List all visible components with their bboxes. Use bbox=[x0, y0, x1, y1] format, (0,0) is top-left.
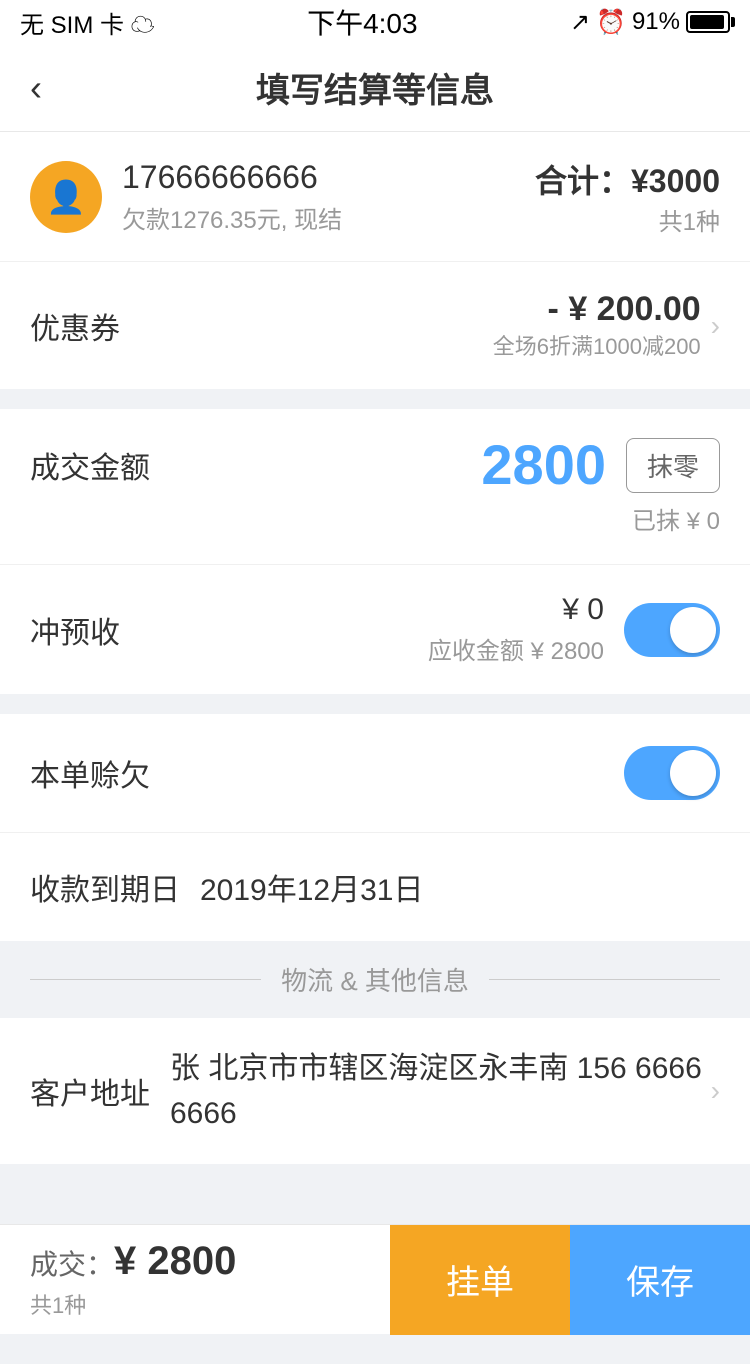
debt-toggle-knob bbox=[670, 750, 716, 796]
deal-amount-value: 2800 bbox=[481, 437, 606, 493]
total-amount: 合计：¥3000 bbox=[535, 156, 720, 202]
battery-icon bbox=[686, 11, 730, 33]
status-left: 无 SIM 卡 ☁ bbox=[20, 5, 155, 40]
bottom-deal-amount: ¥ 2800 bbox=[114, 1239, 236, 1283]
customer-phone: 17666666666 bbox=[122, 159, 342, 196]
precollect-row: 冲预收 ¥ 0 应收金额 ¥ 2800 bbox=[0, 564, 750, 694]
battery-percent: 91% bbox=[632, 8, 680, 36]
item-count: 共1种 bbox=[535, 202, 720, 237]
deal-row-main: 成交金额 2800 抹零 bbox=[30, 437, 720, 493]
address-chevron-icon: › bbox=[711, 1075, 720, 1107]
deal-sub-row: 已抹 ¥ 0 bbox=[30, 501, 720, 536]
status-right: ↗ ⏰ 91% bbox=[570, 8, 730, 37]
round-zero-button[interactable]: 抹零 bbox=[626, 438, 720, 493]
status-bar: 无 SIM 卡 ☁ 下午4:03 ↗ ⏰ 91% bbox=[0, 0, 750, 44]
customer-section: 👤 17666666666 欠款1276.35元, 现结 合计：¥3000 共1… bbox=[0, 132, 750, 389]
coupon-row[interactable]: 优惠券 - ¥ 200.00 全场6折满1000减200 › bbox=[0, 261, 750, 389]
coupon-right: - ¥ 200.00 全场6折满1000减200 › bbox=[493, 290, 720, 361]
customer-row: 👤 17666666666 欠款1276.35元, 现结 合计：¥3000 共1… bbox=[0, 132, 750, 261]
address-value: 张 北京市市辖区海淀区永丰南 156 6666 6666 bbox=[170, 1046, 711, 1136]
status-time: 下午4:03 bbox=[307, 2, 418, 42]
precollect-right: ¥ 0 应收金额 ¥ 2800 bbox=[428, 593, 720, 666]
hang-order-button[interactable]: 挂单 bbox=[390, 1225, 570, 1335]
location-icon: ↗ bbox=[570, 8, 590, 37]
address-section: 客户地址 张 北京市市辖区海淀区永丰南 156 6666 6666 › bbox=[0, 1018, 750, 1164]
bottom-deal-row: 成交：¥ 2800 bbox=[30, 1239, 360, 1284]
back-button[interactable]: ‹ bbox=[30, 67, 90, 109]
bottom-summary: 成交：¥ 2800 共1种 bbox=[0, 1239, 390, 1320]
bottom-deal-label: 成交： bbox=[30, 1249, 114, 1280]
chevron-right-icon: › bbox=[711, 310, 720, 342]
coupon-discount: - ¥ 200.00 bbox=[493, 290, 701, 329]
precollect-values: ¥ 0 应收金额 ¥ 2800 bbox=[428, 593, 604, 666]
customer-debt: 欠款1276.35元, 现结 bbox=[122, 200, 342, 235]
toggle-knob bbox=[670, 607, 716, 653]
bottom-count: 共1种 bbox=[30, 1288, 360, 1320]
deal-section: 成交金额 2800 抹零 已抹 ¥ 0 冲预收 ¥ 0 应收金额 ¥ 2800 bbox=[0, 409, 750, 694]
page-title: 填写结算等信息 bbox=[90, 63, 660, 112]
debt-label: 本单赊欠 bbox=[30, 751, 150, 795]
coupon-desc: 全场6折满1000减200 bbox=[493, 329, 701, 361]
precollect-sub: 应收金额 ¥ 2800 bbox=[428, 631, 604, 666]
precollect-label: 冲预收 bbox=[30, 608, 120, 652]
deal-sub-text: 已抹 ¥ 0 bbox=[632, 508, 720, 535]
logistics-line-left bbox=[30, 979, 261, 980]
debt-row: 本单赊欠 bbox=[0, 714, 750, 832]
deal-value-area: 2800 抹零 bbox=[481, 437, 720, 493]
save-button[interactable]: 保存 bbox=[570, 1225, 750, 1335]
divider-1 bbox=[0, 389, 750, 409]
due-date-value: 2019年12月31日 bbox=[200, 865, 423, 909]
address-row[interactable]: 客户地址 张 北京市市辖区海淀区永丰南 156 6666 6666 › bbox=[0, 1018, 750, 1164]
avatar: 👤 bbox=[30, 161, 102, 233]
avatar-icon: 👤 bbox=[46, 178, 86, 216]
alarm-icon: ⏰ bbox=[596, 8, 626, 37]
logistics-line-right bbox=[489, 979, 720, 980]
nav-bar: ‹ 填写结算等信息 bbox=[0, 44, 750, 132]
address-label: 客户地址 bbox=[30, 1069, 150, 1113]
precollect-amount: ¥ 0 bbox=[428, 593, 604, 627]
customer-info: 17666666666 欠款1276.35元, 现结 bbox=[122, 159, 342, 235]
coupon-info: - ¥ 200.00 全场6折满1000减200 bbox=[493, 290, 701, 361]
deal-amount-row: 成交金额 2800 抹零 已抹 ¥ 0 bbox=[0, 409, 750, 564]
precollect-toggle[interactable] bbox=[624, 603, 720, 657]
divider-2 bbox=[0, 694, 750, 714]
debt-toggle[interactable] bbox=[624, 746, 720, 800]
logistics-text: 物流 & 其他信息 bbox=[281, 961, 469, 998]
deal-label: 成交金额 bbox=[30, 443, 150, 487]
due-date-row: 收款到期日 2019年12月31日 bbox=[0, 832, 750, 941]
debt-section: 本单赊欠 收款到期日 2019年12月31日 bbox=[0, 714, 750, 941]
sim-label: 无 SIM 卡 ☁ bbox=[20, 5, 155, 40]
logistics-divider: 物流 & 其他信息 bbox=[0, 941, 750, 1018]
customer-left: 👤 17666666666 欠款1276.35元, 现结 bbox=[30, 159, 342, 235]
customer-right: 合计：¥3000 共1种 bbox=[535, 156, 720, 237]
coupon-label: 优惠券 bbox=[30, 304, 120, 348]
bottom-bar: 成交：¥ 2800 共1种 挂单 保存 bbox=[0, 1224, 750, 1334]
due-date-label: 收款到期日 bbox=[30, 865, 180, 909]
